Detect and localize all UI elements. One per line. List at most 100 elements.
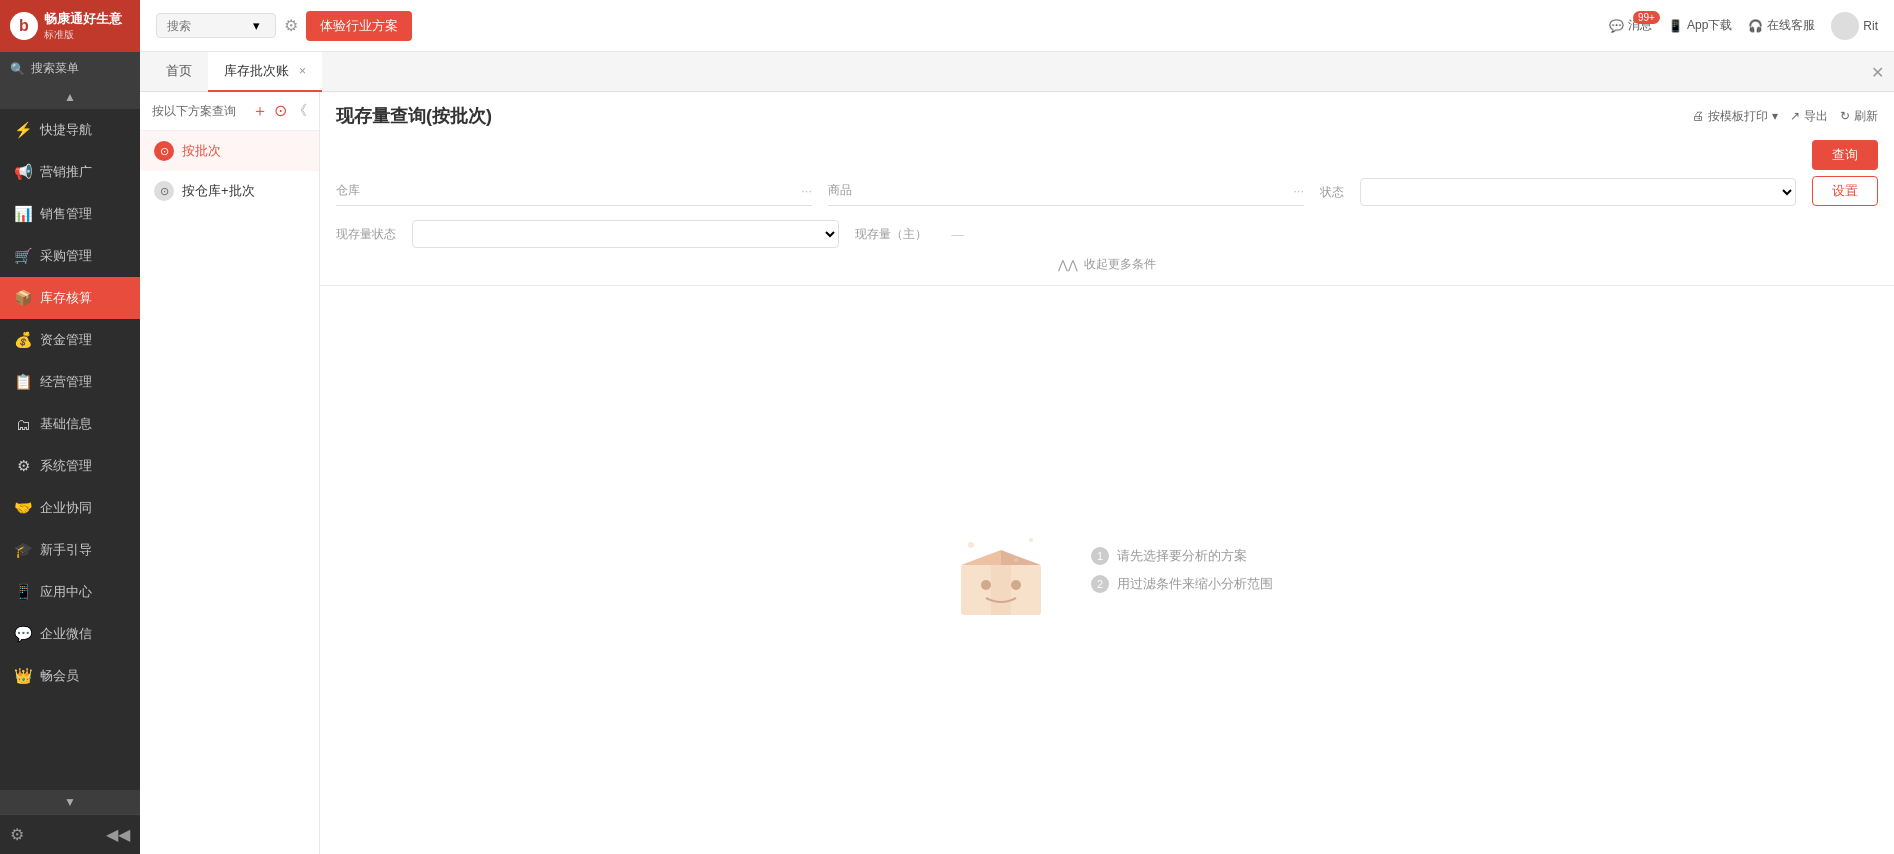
wechat-icon: 💬 [14, 625, 32, 643]
collapse-conditions-btn[interactable]: ⋀⋀ 收起更多条件 [336, 248, 1878, 273]
sidebar-item-wechat[interactable]: 💬 企业微信 [0, 613, 140, 655]
refresh-icon: ↻ [1840, 109, 1850, 123]
sidebar-item-label-app-center: 应用中心 [40, 583, 92, 601]
user-profile-btn[interactable]: Rit [1831, 12, 1878, 40]
collapse-label: 收起更多条件 [1084, 256, 1156, 273]
sidebar-item-enterprise[interactable]: 🤝 企业协同 [0, 487, 140, 529]
messages-badge: 99+ [1633, 11, 1660, 24]
sidebar-item-marketing[interactable]: 📢 营销推广 [0, 151, 140, 193]
online-support-btn[interactable]: 🎧 在线客服 [1748, 17, 1815, 34]
scroll-up-button[interactable]: ▲ [0, 85, 140, 109]
empty-state: 1 请先选择要分析的方案 2 用过滤条件来缩小分析范围 [320, 286, 1894, 854]
sidebar-item-finance[interactable]: 💰 资金管理 [0, 319, 140, 361]
add-scheme-icon[interactable]: ＋ [252, 103, 268, 119]
left-panel-title: 按以下方案查询 [152, 103, 236, 120]
sidebar-item-inventory[interactable]: 📦 库存核算 [0, 277, 140, 319]
tab-inventory-batch-label: 库存批次账 [224, 62, 289, 80]
sidebar-item-label-member: 畅会员 [40, 667, 79, 685]
search-label: 搜索菜单 [31, 60, 79, 77]
system-icon: ⚙ [14, 457, 32, 475]
scheme-item-warehouse-batch[interactable]: ⊙ 按仓库+批次 [140, 171, 319, 211]
main-content: ▾ ⚙ 体验行业方案 💬 消息 99+ 📱 App下载 🎧 在线客服 Rit [140, 0, 1894, 854]
app-download-btn[interactable]: 📱 App下载 [1668, 17, 1732, 34]
sidebar-item-label-operations: 经营管理 [40, 373, 92, 391]
sidebar-item-base[interactable]: 🗂 基础信息 [0, 403, 140, 445]
query-button[interactable]: 查询 [1812, 140, 1878, 170]
warehouse-label: 仓库 [336, 182, 360, 199]
settings-scheme-icon[interactable]: ⊙ [274, 103, 287, 119]
scheme-item-batch[interactable]: ⊙ 按批次 [140, 131, 319, 171]
purchase-icon: 🛒 [14, 247, 32, 265]
topbar-search-dropdown-icon[interactable]: ▾ [253, 18, 260, 33]
sidebar: b 畅康通好生意 标准版 🔍 搜索菜单 ▲ ⚡ 快捷导航 📢 营销推广 📊 销售… [0, 0, 140, 854]
svg-point-9 [1011, 580, 1021, 590]
svg-point-5 [968, 542, 974, 548]
collapse-sidebar-icon[interactable]: ◀◀ [106, 825, 130, 844]
topbar-search-area[interactable]: ▾ [156, 13, 276, 38]
tab-home[interactable]: 首页 [150, 52, 208, 92]
collapse-panel-icon[interactable]: 《 [293, 102, 307, 120]
scheme-label-batch: 按批次 [182, 142, 221, 160]
sidebar-item-purchase[interactable]: 🛒 采购管理 [0, 235, 140, 277]
warehouse-batch-icon: ⊙ [154, 181, 174, 201]
sales-icon: 📊 [14, 205, 32, 223]
messages-btn[interactable]: 💬 消息 99+ [1609, 17, 1652, 34]
sidebar-item-newbie[interactable]: 🎓 新手引导 [0, 529, 140, 571]
sidebar-header: b 畅康通好生意 标准版 [0, 0, 140, 52]
product-dots[interactable]: ··· [1293, 183, 1304, 198]
page-content: 按以下方案查询 ＋ ⊙ 《 ⊙ 按批次 ⊙ 按仓库+批次 现存量查询( [140, 92, 1894, 854]
status-select[interactable] [1360, 178, 1796, 206]
app-version: 标准版 [44, 28, 122, 41]
finance-icon: 💰 [14, 331, 32, 349]
tab-inventory-batch[interactable]: 库存批次账 × [208, 52, 322, 92]
refresh-button[interactable]: ↻ 刷新 [1840, 108, 1878, 125]
tab-close-icon[interactable]: × [299, 64, 306, 78]
topbar-settings-icon[interactable]: ⚙ [284, 16, 298, 35]
topbar: ▾ ⚙ 体验行业方案 💬 消息 99+ 📱 App下载 🎧 在线客服 Rit [140, 0, 1894, 52]
print-dropdown-icon[interactable]: ▾ [1772, 109, 1778, 123]
sidebar-footer: ⚙ ◀◀ [0, 814, 140, 854]
sidebar-item-operations[interactable]: 📋 经营管理 [0, 361, 140, 403]
app-download-icon: 📱 [1668, 19, 1683, 33]
page-title: 现存量查询(按批次) [336, 104, 492, 128]
warehouse-dots[interactable]: ··· [801, 183, 812, 198]
sidebar-item-label-enterprise: 企业协同 [40, 499, 92, 517]
sidebar-item-label-sales: 销售管理 [40, 205, 92, 223]
newbie-icon: 🎓 [14, 541, 32, 559]
content-header: 现存量查询(按批次) 🖨 按模板打印 ▾ ↗ 导出 ↻ [320, 92, 1894, 286]
sidebar-item-label-base: 基础信息 [40, 415, 92, 433]
online-support-label: 在线客服 [1767, 17, 1815, 34]
scroll-down-button[interactable]: ▼ [0, 790, 140, 814]
sidebar-item-label-purchase: 采购管理 [40, 247, 92, 265]
quick-nav-icon: ⚡ [14, 121, 32, 139]
sidebar-item-quick-nav[interactable]: ⚡ 快捷导航 [0, 109, 140, 151]
tabbar-close-right-icon[interactable]: ✕ [1871, 62, 1884, 81]
inventory-qty-label: 现存量（主） [855, 226, 927, 243]
sidebar-item-label-finance: 资金管理 [40, 331, 92, 349]
left-panel: 按以下方案查询 ＋ ⊙ 《 ⊙ 按批次 ⊙ 按仓库+批次 [140, 92, 320, 854]
tip-text-2: 用过滤条件来缩小分析范围 [1117, 575, 1273, 593]
empty-tip-1: 1 请先选择要分析的方案 [1091, 547, 1273, 565]
sidebar-item-member[interactable]: 👑 畅会员 [0, 655, 140, 697]
message-icon: 💬 [1609, 19, 1624, 33]
sidebar-item-label-wechat: 企业微信 [40, 625, 92, 643]
collapse-up-icon: ⋀⋀ [1058, 258, 1078, 272]
sidebar-item-app-center[interactable]: 📱 应用中心 [0, 571, 140, 613]
svg-point-8 [981, 580, 991, 590]
app-logo: b [10, 12, 38, 40]
inventory-status-select[interactable] [412, 220, 839, 248]
settings-footer-icon[interactable]: ⚙ [10, 825, 24, 844]
app-center-icon: 📱 [14, 583, 32, 601]
export-button[interactable]: ↗ 导出 [1790, 108, 1828, 125]
batch-icon: ⊙ [154, 141, 174, 161]
experience-industry-button[interactable]: 体验行业方案 [306, 11, 412, 41]
sidebar-item-sales[interactable]: 📊 销售管理 [0, 193, 140, 235]
topbar-search-input[interactable] [167, 19, 247, 33]
sidebar-search[interactable]: 🔍 搜索菜单 [0, 52, 140, 85]
print-button[interactable]: 🖨 按模板打印 ▾ [1692, 108, 1778, 125]
svg-marker-2 [1001, 550, 1041, 565]
tab-home-label: 首页 [166, 62, 192, 80]
sidebar-item-system[interactable]: ⚙ 系统管理 [0, 445, 140, 487]
inventory-status-label: 现存量状态 [336, 226, 396, 243]
settings-button[interactable]: 设置 [1812, 176, 1878, 206]
